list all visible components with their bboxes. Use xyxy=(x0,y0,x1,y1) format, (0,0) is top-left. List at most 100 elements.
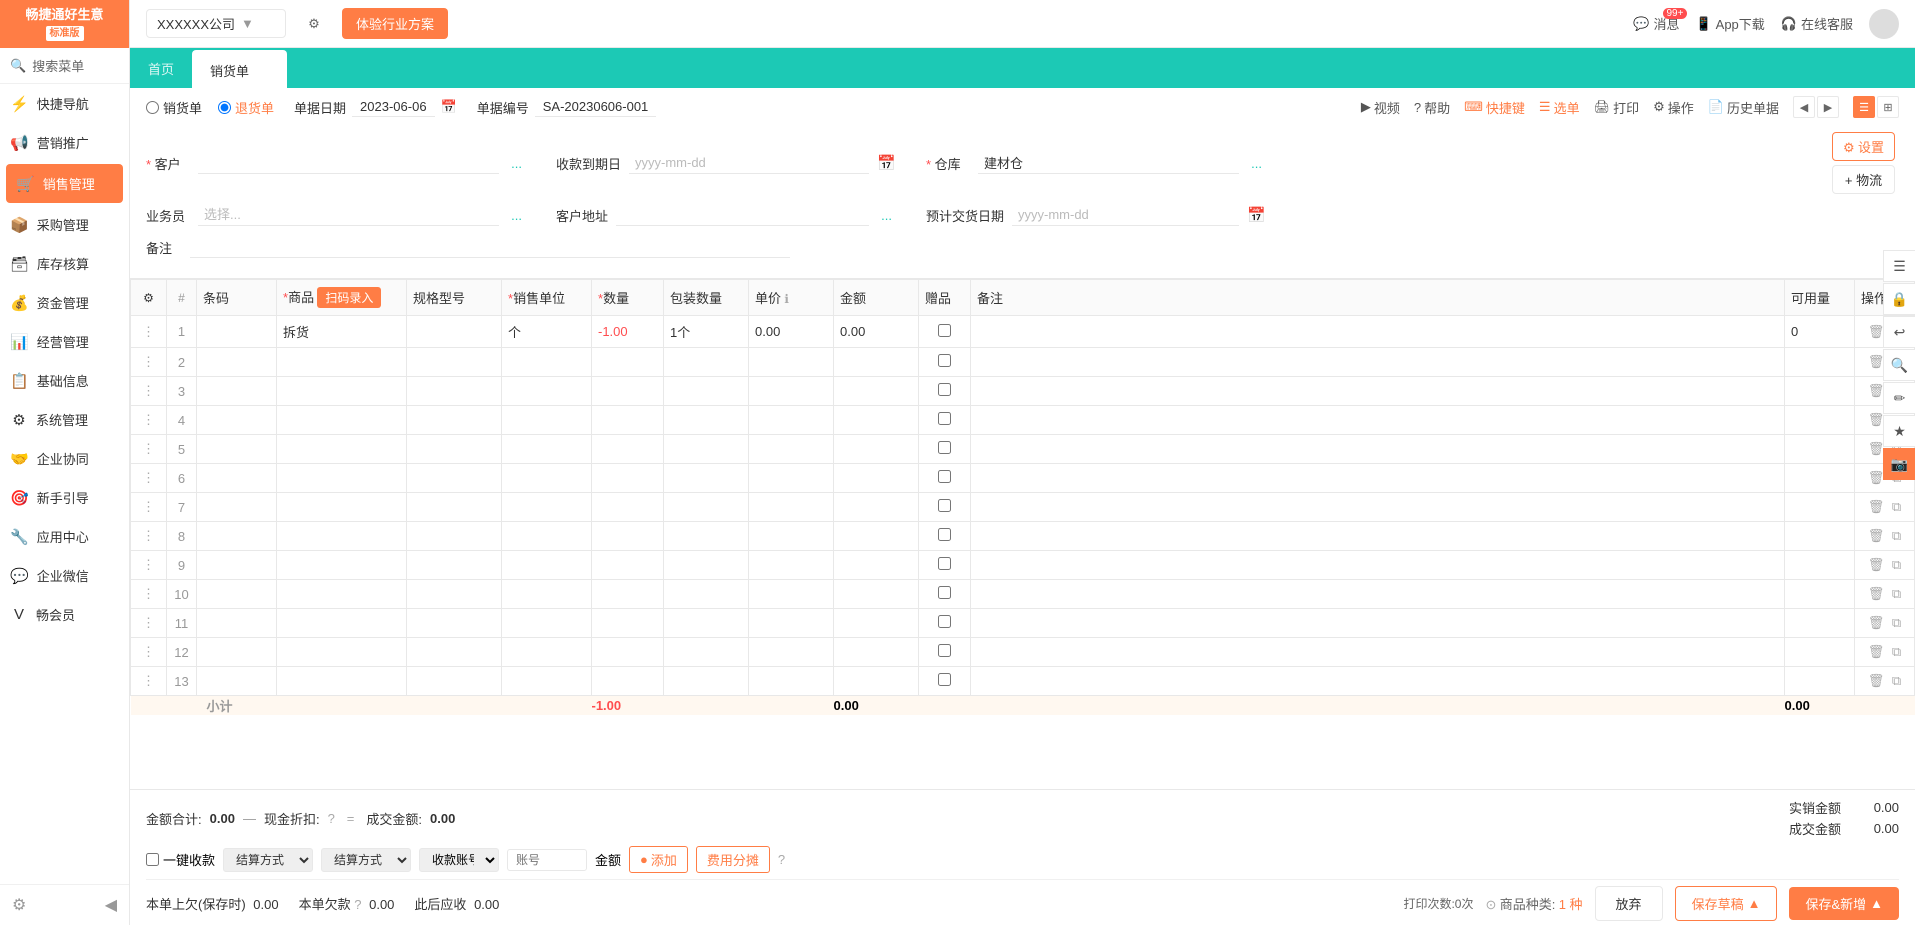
price-info-icon[interactable]: ℹ xyxy=(784,292,789,306)
sidebar-item-purchase[interactable]: 📦 采购管理 xyxy=(0,205,129,244)
row-amount-cell[interactable] xyxy=(834,638,919,667)
row-pkgqty-cell[interactable]: 1个 xyxy=(664,316,749,348)
row-gift-cell[interactable] xyxy=(919,638,971,667)
sidebar-item-system[interactable]: ⚙ 系统管理 xyxy=(0,400,129,439)
row-qty-cell[interactable]: -1.00 xyxy=(592,316,664,348)
close-tab-icon[interactable]: × xyxy=(261,63,269,78)
grid-view-btn[interactable]: ⊞ xyxy=(1877,96,1899,118)
gift-checkbox[interactable] xyxy=(938,412,951,425)
row-remark-cell[interactable] xyxy=(971,406,1785,435)
row-unit-cell[interactable] xyxy=(502,522,592,551)
row-unit-cell[interactable] xyxy=(502,609,592,638)
row-gift-cell[interactable] xyxy=(919,609,971,638)
row-gift-cell[interactable] xyxy=(919,522,971,551)
rfloat-refresh-icon[interactable]: ↩ xyxy=(1883,316,1915,348)
row-settings-cell[interactable]: ⋮ xyxy=(131,377,167,406)
app-download-item[interactable]: 📱 App下载 xyxy=(1695,14,1764,33)
delete-icon[interactable]: 🗑 xyxy=(1868,615,1885,630)
save-new-button[interactable]: 保存&新增 ▲ xyxy=(1789,887,1899,920)
row-gift-cell[interactable] xyxy=(919,580,971,609)
delete-icon[interactable]: 🗑 xyxy=(1868,673,1885,688)
row-qty-cell[interactable] xyxy=(592,464,664,493)
select-btn[interactable]: ☰ 选单 xyxy=(1539,98,1580,117)
row-pkgqty-cell[interactable] xyxy=(664,464,749,493)
account-input[interactable] xyxy=(507,849,587,871)
user-avatar[interactable] xyxy=(1869,9,1899,39)
row-barcode-cell[interactable] xyxy=(197,609,277,638)
row-qty-cell[interactable] xyxy=(592,609,664,638)
row-spec-cell[interactable] xyxy=(407,348,502,377)
copy-icon[interactable]: ⧉ xyxy=(1892,528,1901,543)
row-product-cell[interactable] xyxy=(277,580,407,609)
row-spec-cell[interactable] xyxy=(407,377,502,406)
prev-arrow[interactable]: ◀ xyxy=(1793,96,1815,118)
row-settings-cell[interactable]: ⋮ xyxy=(131,493,167,522)
notes-input[interactable] xyxy=(190,236,790,258)
date-value[interactable]: 2023-06-06 xyxy=(352,97,435,117)
row-remark-cell[interactable] xyxy=(971,377,1785,406)
sidebar-settings-icon[interactable]: ⚙ xyxy=(12,895,26,915)
row-gift-cell[interactable] xyxy=(919,464,971,493)
row-settings-cell[interactable]: ⋮ xyxy=(131,464,167,493)
row-settings-cell[interactable]: ⋮ xyxy=(131,348,167,377)
row-product-cell[interactable] xyxy=(277,551,407,580)
row-remark-cell[interactable] xyxy=(971,316,1785,348)
row-amount-cell[interactable] xyxy=(834,667,919,696)
sidebar-item-member[interactable]: V 畅会员 xyxy=(0,595,129,634)
delete-icon[interactable]: 🗑 xyxy=(1868,354,1885,369)
online-service-item[interactable]: 🎧 在线客服 xyxy=(1781,14,1853,33)
setting-button[interactable]: ⚙ 设置 xyxy=(1832,132,1895,161)
help-icon-debit[interactable]: ? xyxy=(354,897,361,912)
row-spec-cell[interactable] xyxy=(407,522,502,551)
row-unit-cell[interactable] xyxy=(502,348,592,377)
sidebar-collapse-icon[interactable]: ◀ xyxy=(105,895,117,915)
abandon-button[interactable]: 放弃 xyxy=(1595,886,1663,921)
sales-order-radio-label[interactable]: 销货单 xyxy=(146,98,202,117)
row-amount-cell[interactable] xyxy=(834,406,919,435)
next-arrow[interactable]: ▶ xyxy=(1817,96,1839,118)
row-pkgqty-cell[interactable] xyxy=(664,609,749,638)
gift-checkbox[interactable] xyxy=(938,528,951,541)
row-qty-cell[interactable] xyxy=(592,580,664,609)
row-qty-cell[interactable] xyxy=(592,406,664,435)
gift-checkbox[interactable] xyxy=(938,441,951,454)
row-remark-cell[interactable] xyxy=(971,435,1785,464)
sidebar-item-basics[interactable]: 📋 基础信息 xyxy=(0,361,129,400)
row-product-cell[interactable] xyxy=(277,435,407,464)
row-barcode-cell[interactable] xyxy=(197,316,277,348)
save-draft-button[interactable]: 保存草稿 ▲ xyxy=(1675,886,1778,921)
expected-date-input[interactable] xyxy=(1012,204,1239,226)
copy-icon[interactable]: ⧉ xyxy=(1892,615,1901,630)
scan-btn[interactable]: 扫码录入 xyxy=(317,287,381,308)
row-gift-cell[interactable] xyxy=(919,667,971,696)
row-gift-cell[interactable] xyxy=(919,435,971,464)
gift-checkbox[interactable] xyxy=(938,383,951,396)
row-product-cell[interactable] xyxy=(277,348,407,377)
gift-checkbox[interactable] xyxy=(938,586,951,599)
row-spec-cell[interactable] xyxy=(407,464,502,493)
row-barcode-cell[interactable] xyxy=(197,667,277,696)
row-barcode-cell[interactable] xyxy=(197,406,277,435)
delete-icon[interactable]: 🗑 xyxy=(1868,412,1885,427)
row-spec-cell[interactable] xyxy=(407,406,502,435)
copy-icon[interactable]: ⧉ xyxy=(1892,499,1901,514)
trial-button[interactable]: 体验行业方案 xyxy=(342,8,448,39)
row-qty-cell[interactable] xyxy=(592,493,664,522)
row-barcode-cell[interactable] xyxy=(197,435,277,464)
feiyong-help-icon[interactable]: ? xyxy=(778,852,785,867)
copy-icon[interactable]: ⧉ xyxy=(1892,644,1901,659)
row-barcode-cell[interactable] xyxy=(197,551,277,580)
row-settings-cell[interactable]: ⋮ xyxy=(131,551,167,580)
row-unit-cell[interactable]: 个 xyxy=(502,316,592,348)
account-select[interactable]: 收款账号 xyxy=(419,848,499,872)
gift-checkbox[interactable] xyxy=(938,615,951,628)
row-barcode-cell[interactable] xyxy=(197,580,277,609)
row-price-cell[interactable] xyxy=(749,493,834,522)
history-btn[interactable]: 📄 历史单据 xyxy=(1708,98,1779,117)
row-unit-cell[interactable] xyxy=(502,435,592,464)
row-settings-cell[interactable]: ⋮ xyxy=(131,522,167,551)
row-barcode-cell[interactable] xyxy=(197,348,277,377)
customer-addr-dots[interactable]: ... xyxy=(877,206,896,225)
row-price-cell[interactable] xyxy=(749,406,834,435)
gift-checkbox[interactable] xyxy=(938,324,951,337)
